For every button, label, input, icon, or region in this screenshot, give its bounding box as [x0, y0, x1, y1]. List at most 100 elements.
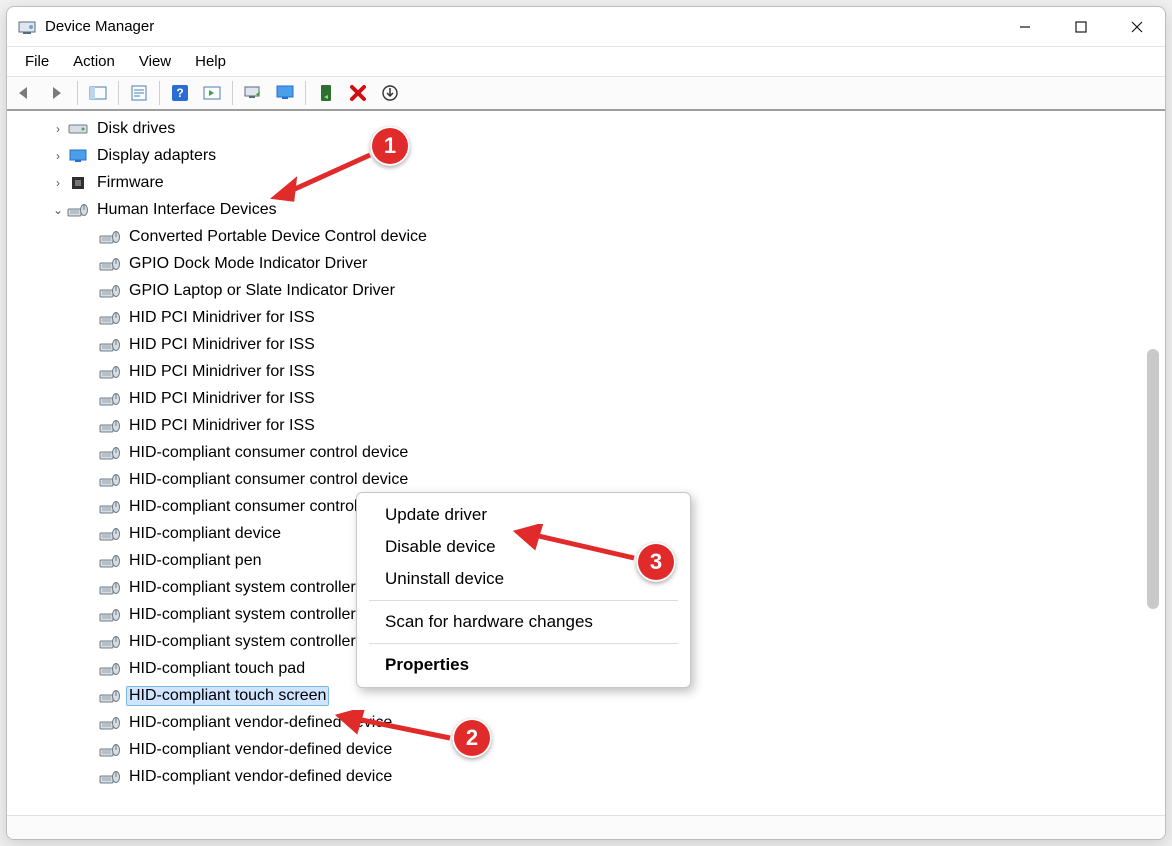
annotation-badge-1: 1: [370, 126, 410, 166]
device-tree-pane: › Disk drives ›Display adapters›Firmware ⌄ H…: [7, 111, 1165, 815]
context-menu-separator: [369, 643, 678, 644]
hid-device-icon: [99, 633, 121, 651]
menu-file[interactable]: File: [13, 47, 61, 76]
monitor-icon[interactable]: [271, 80, 299, 106]
hid-device-icon: [99, 228, 121, 246]
device-row[interactable]: HID PCI Minidriver for ISS: [7, 358, 1165, 385]
device-row[interactable]: HID PCI Minidriver for ISS: [7, 331, 1165, 358]
device-row[interactable]: HID PCI Minidriver for ISS: [7, 385, 1165, 412]
hid-device-icon: [99, 714, 121, 732]
device-tree[interactable]: › Disk drives ›Display adapters›Firmware ⌄ H…: [7, 115, 1165, 815]
device-label: HID PCI Minidriver for ISS: [129, 363, 315, 380]
device-row[interactable]: HID PCI Minidriver for ISS: [7, 412, 1165, 439]
device-manager-window: Device Manager File Action View Help ? ›: [6, 6, 1166, 840]
category-label: Human Interface Devices: [97, 201, 277, 218]
context-menu-item[interactable]: Scan for hardware changes: [357, 606, 690, 638]
device-label: HID-compliant touch screen: [129, 687, 326, 704]
menu-view[interactable]: View: [127, 47, 183, 76]
menubar: File Action View Help: [7, 47, 1165, 77]
device-label: HID PCI Minidriver for ISS: [129, 336, 315, 353]
toolbar-separator: [232, 81, 233, 105]
hid-device-icon: [99, 552, 121, 570]
device-label: HID-compliant vendor-defined device: [129, 768, 392, 785]
enable-device-icon[interactable]: [312, 80, 340, 106]
category-row[interactable]: ›Firmware: [7, 169, 1165, 196]
context-menu: Update driverDisable deviceUninstall dev…: [356, 492, 691, 688]
context-menu-item[interactable]: Properties: [357, 649, 690, 681]
update-driver-icon[interactable]: [376, 80, 404, 106]
action-pane-icon[interactable]: [198, 80, 226, 106]
chevron-right-icon[interactable]: ›: [49, 149, 67, 163]
device-row[interactable]: HID PCI Minidriver for ISS: [7, 304, 1165, 331]
device-label: HID-compliant system controller: [129, 606, 356, 623]
window-controls: [997, 7, 1165, 47]
remove-device-icon[interactable]: [344, 80, 372, 106]
titlebar: Device Manager: [7, 7, 1165, 47]
menu-action[interactable]: Action: [61, 47, 127, 76]
menu-help[interactable]: Help: [183, 47, 238, 76]
annotation-badge-2: 2: [452, 718, 492, 758]
hid-device-icon: [99, 498, 121, 516]
close-button[interactable]: [1109, 7, 1165, 47]
device-row[interactable]: HID-compliant vendor-defined device: [7, 763, 1165, 790]
category-row[interactable]: ⌄ Human Interface Devices: [7, 196, 1165, 223]
hid-device-icon: [99, 660, 121, 678]
hid-device-icon: [99, 336, 121, 354]
hid-device-icon: [99, 525, 121, 543]
hid-device-icon: [99, 579, 121, 597]
toolbar-separator: [305, 81, 306, 105]
scrollbar-thumb[interactable]: [1147, 349, 1159, 609]
category-row[interactable]: ›Display adapters: [7, 142, 1165, 169]
app-icon: [17, 17, 37, 37]
device-label: GPIO Dock Mode Indicator Driver: [129, 255, 367, 272]
device-label: HID-compliant consumer control device: [129, 444, 408, 461]
toolbar-separator: [159, 81, 160, 105]
device-label: HID PCI Minidriver for ISS: [129, 390, 315, 407]
category-label: Disk drives: [97, 120, 175, 137]
window-title: Device Manager: [45, 18, 154, 35]
chevron-down-icon[interactable]: ⌄: [49, 203, 67, 217]
hid-device-icon: [99, 363, 121, 381]
hid-device-icon: [99, 282, 121, 300]
maximize-button[interactable]: [1053, 7, 1109, 47]
toolbar-separator: [77, 81, 78, 105]
device-label: HID-compliant device: [129, 525, 281, 542]
properties-icon[interactable]: [125, 80, 153, 106]
device-row[interactable]: GPIO Dock Mode Indicator Driver: [7, 250, 1165, 277]
device-label: HID PCI Minidriver for ISS: [129, 417, 315, 434]
toolbar: ?: [7, 77, 1165, 111]
device-label: HID-compliant touch pad: [129, 660, 305, 677]
hid-device-icon: [99, 255, 121, 273]
context-menu-item[interactable]: Update driver: [357, 499, 690, 531]
back-icon[interactable]: [11, 80, 39, 106]
hid-device-icon: [99, 687, 121, 705]
scan-hardware-icon[interactable]: [239, 80, 267, 106]
device-label: HID PCI Minidriver for ISS: [129, 309, 315, 326]
category-icon: [67, 201, 89, 219]
category-icon: [67, 120, 89, 138]
chevron-right-icon[interactable]: ›: [49, 176, 67, 190]
category-icon: [67, 174, 89, 192]
device-row[interactable]: HID-compliant consumer control device: [7, 439, 1165, 466]
context-menu-separator: [369, 600, 678, 601]
device-row[interactable]: HID-compliant vendor-defined device: [7, 709, 1165, 736]
hid-device-icon: [99, 390, 121, 408]
minimize-button[interactable]: [997, 7, 1053, 47]
help-icon[interactable]: ?: [166, 80, 194, 106]
device-row[interactable]: HID-compliant vendor-defined device: [7, 736, 1165, 763]
device-row[interactable]: HID-compliant consumer control device: [7, 466, 1165, 493]
hid-device-icon: [99, 768, 121, 786]
status-bar: [7, 815, 1165, 839]
device-label: HID-compliant vendor-defined device: [129, 714, 392, 731]
hid-device-icon: [99, 309, 121, 327]
device-row[interactable]: Converted Portable Device Control device: [7, 223, 1165, 250]
chevron-right-icon[interactable]: ›: [49, 122, 67, 136]
device-row[interactable]: GPIO Laptop or Slate Indicator Driver: [7, 277, 1165, 304]
hid-device-icon: [99, 417, 121, 435]
category-row[interactable]: › Disk drives: [7, 115, 1165, 142]
forward-icon[interactable]: [43, 80, 71, 106]
hid-device-icon: [99, 606, 121, 624]
console-tree-icon[interactable]: [84, 80, 112, 106]
device-label: HID-compliant pen: [129, 552, 262, 569]
hid-device-icon: [99, 741, 121, 759]
